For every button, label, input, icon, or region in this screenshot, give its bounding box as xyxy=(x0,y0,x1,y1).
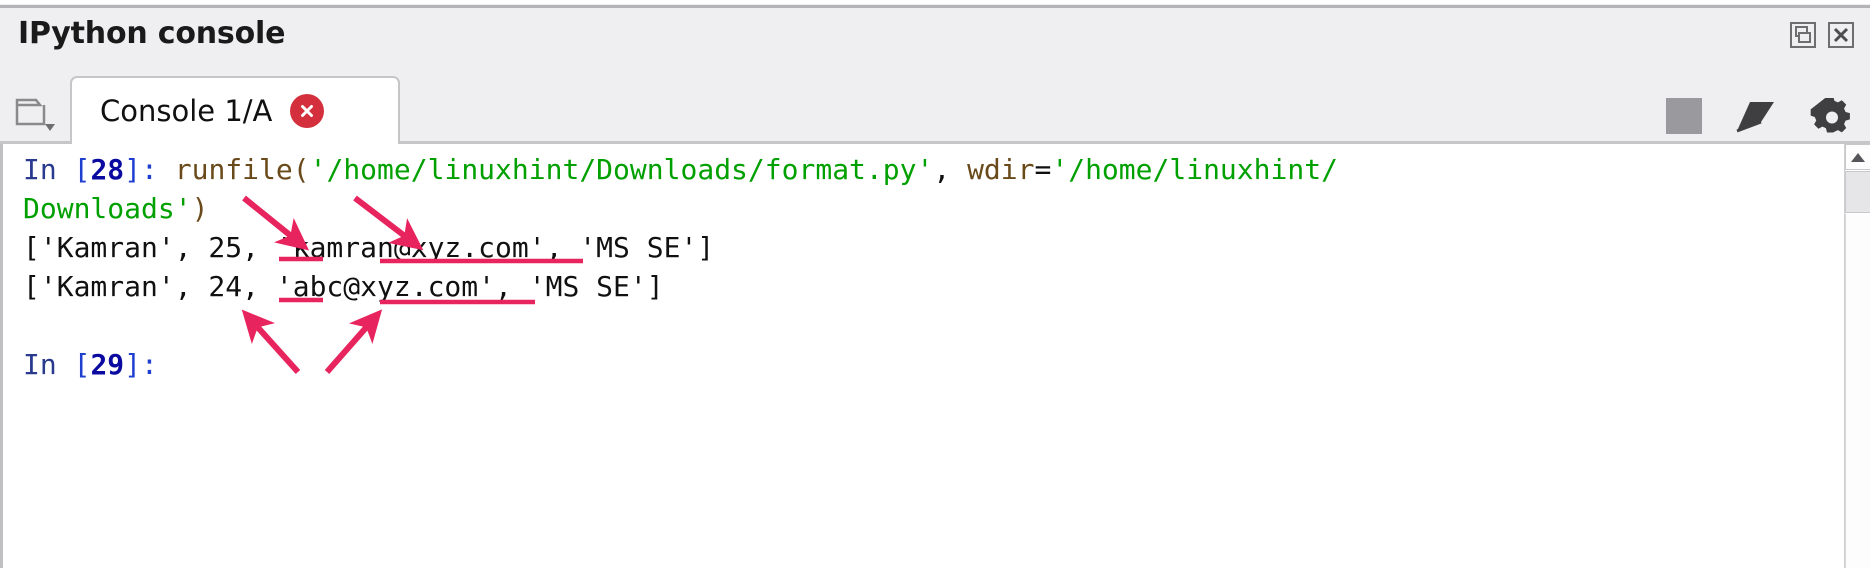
line-2: Downloads') xyxy=(23,189,1338,228)
code-token: Downloads' xyxy=(23,192,192,225)
code-token: = xyxy=(1034,153,1052,186)
code-token: ) xyxy=(191,192,209,225)
stop-square-icon xyxy=(1666,98,1702,134)
browse-tabs-icon[interactable] xyxy=(14,94,60,134)
line-5 xyxy=(23,306,1338,345)
line-3: ['Kamran', 25, 'kamran@xyz.com', 'MS SE'… xyxy=(23,228,1338,267)
line-6: In [29]: xyxy=(23,345,1338,384)
line-4: ['Kamran', 24, 'abc@xyz.com', 'MS SE'] xyxy=(23,267,1338,306)
code-token: : xyxy=(141,348,158,381)
console-tabbar: Console 1/A xyxy=(0,62,1870,144)
tab-console-1-a[interactable]: Console 1/A xyxy=(70,76,400,144)
code-token: ] xyxy=(124,348,142,381)
top-spacer xyxy=(0,0,1870,4)
code-token: In xyxy=(23,153,74,186)
console-text: In [28]: runfile('/home/linuxhint/Downlo… xyxy=(23,150,1338,384)
code-token: In xyxy=(23,348,74,381)
code-token: [ xyxy=(73,153,91,186)
undock-window-icon[interactable] xyxy=(1790,22,1816,48)
code-token: ['Kamran', 24, 'abc@xyz.com', 'MS SE'] xyxy=(23,270,664,303)
ipython-console-pane: IPython console Console 1/A In [28]: run… xyxy=(0,0,1870,568)
code-token: 28 xyxy=(90,153,125,186)
code-token: ['Kamran', 25, 'kamran@xyz.com', 'MS SE'… xyxy=(23,231,715,264)
gear-icon xyxy=(1810,96,1850,133)
page-title: IPython console xyxy=(18,16,286,51)
code-token: : xyxy=(141,153,175,186)
code-token: runfile xyxy=(174,153,293,186)
pane-top-divider xyxy=(0,5,1870,8)
options-button[interactable] xyxy=(1810,96,1854,138)
console-scrollbar[interactable] xyxy=(1844,144,1870,568)
remove-all-variables-button[interactable] xyxy=(1734,98,1778,134)
code-token: , xyxy=(933,153,968,186)
eraser-icon xyxy=(1736,102,1774,133)
console-output-area[interactable]: In [28]: runfile('/home/linuxhint/Downlo… xyxy=(0,144,1870,568)
scrollbar-track[interactable] xyxy=(1845,214,1870,568)
code-token: ( xyxy=(292,153,310,186)
scrollbar-thumb[interactable] xyxy=(1845,171,1870,213)
code-token: 29 xyxy=(90,348,125,381)
code-token: [ xyxy=(73,348,91,381)
line-1: In [28]: runfile('/home/linuxhint/Downlo… xyxy=(23,150,1338,189)
scroll-up-arrow-icon[interactable] xyxy=(1845,144,1870,170)
tab-label: Console 1/A xyxy=(100,94,273,128)
code-token: ] xyxy=(124,153,142,186)
interrupt-kernel-button[interactable] xyxy=(1666,98,1702,134)
code-token: '/home/linuxhint/Downloads/format.py' xyxy=(309,153,934,186)
code-token: wdir xyxy=(967,153,1035,186)
close-pane-icon[interactable] xyxy=(1828,22,1854,48)
code-token: '/home/linuxhint/ xyxy=(1051,153,1338,186)
close-tab-icon[interactable] xyxy=(290,94,325,128)
